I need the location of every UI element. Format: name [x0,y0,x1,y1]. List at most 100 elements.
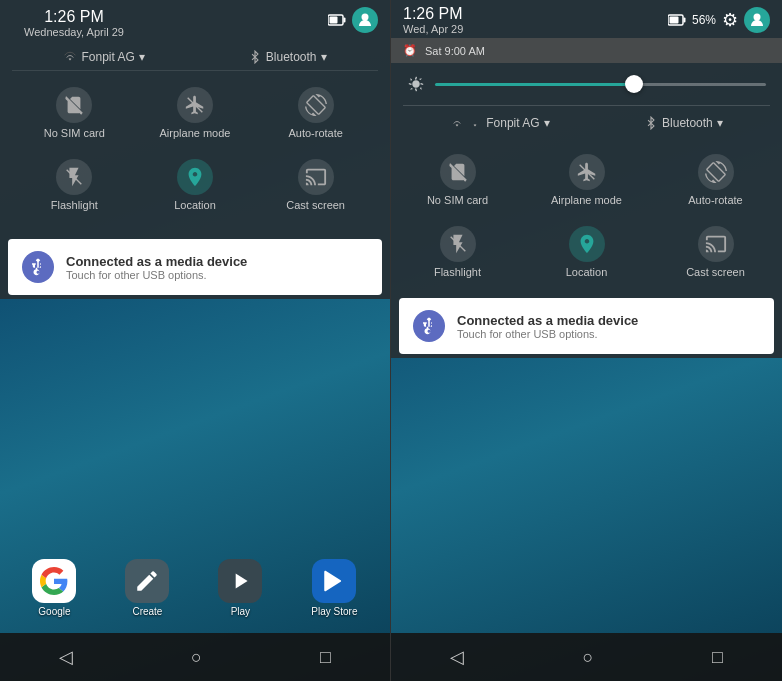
right-status-icons: 56% ⚙ [668,7,770,33]
right-wifi-item[interactable]: Fonpit AG ▾ [450,116,549,130]
left-wifi-item[interactable]: Fonpit AG ▾ [63,50,144,64]
right-separator1 [403,105,770,106]
create-icon [134,568,160,594]
left-home-btn[interactable]: ○ [171,639,222,676]
right-notification-title: Connected as a media device [457,313,638,328]
left-notification-text: Connected as a media device Touch for ot… [66,254,247,281]
right-toggle-grid: No SIM card Airplane mode [391,138,782,294]
play-icon [227,568,253,594]
left-avatar[interactable] [352,7,378,33]
right-settings-icon[interactable]: ⚙ [722,9,738,31]
right-cast-icon [705,233,727,255]
left-toggle-cast[interactable]: Cast screen [257,151,374,219]
left-app-play[interactable]: Play [218,559,262,617]
location-icon [184,166,206,188]
right-location-icon [576,233,598,255]
left-time-block: 1:26 PM Wednesday, April 29 [12,2,136,38]
right-recents-btn[interactable]: □ [692,639,743,676]
battery-icon [328,14,346,26]
left-notification-subtitle: Touch for other USB options. [66,269,247,281]
left-app-create[interactable]: Create [125,559,169,617]
left-notification-shade: 1:26 PM Wednesday, April 29 [0,0,390,299]
right-usb-icon-bg [413,310,445,342]
left-app-play-store-label: Play Store [311,606,357,617]
left-app-play-store[interactable]: Play Store [311,559,357,617]
right-home-btn[interactable]: ○ [563,639,614,676]
left-toggle-location[interactable]: Location [137,151,254,219]
right-user-icon [749,12,765,28]
left-bluetooth-dropdown: ▾ [321,50,327,64]
play-icon-bg [218,559,262,603]
left-app-google[interactable]: Google [32,559,76,617]
right-bluetooth-label: Bluetooth [662,116,713,130]
left-notification-title: Connected as a media device [66,254,247,269]
play-store-icon [321,568,347,594]
left-location-icon-bg [177,159,213,195]
left-bluetooth-item[interactable]: Bluetooth ▾ [248,50,327,64]
left-auto-rotate-label: Auto-rotate [288,127,342,139]
right-notification-card[interactable]: Connected as a media device Touch for ot… [399,298,774,354]
left-wifi-dropdown: ▾ [139,50,145,64]
left-status-icons [328,7,378,33]
left-date: Wednesday, April 29 [24,26,124,38]
right-notification-shade: 1:26 PM Wed, Apr 29 56% ⚙ [391,0,782,358]
left-back-btn[interactable]: ◁ [39,638,93,676]
right-wifi-label: Fonpit AG [486,116,539,130]
right-cast-icon-bg [698,226,734,262]
right-avatar[interactable] [744,7,770,33]
right-toggle-airplane[interactable]: Airplane mode [524,146,649,214]
right-toggle-cast[interactable]: Cast screen [653,218,778,286]
brightness-icon [407,75,425,93]
right-brightness-thumb [625,75,643,93]
right-toggle-no-sim[interactable]: No SIM card [395,146,520,214]
left-flashlight-icon-bg [56,159,92,195]
left-app-create-label: Create [132,606,162,617]
right-wifi-dropdown: ▾ [544,116,550,130]
left-flashlight-label: Flashlight [51,199,98,211]
airplane-icon [184,94,206,116]
user-icon [357,12,373,28]
right-network-row: Fonpit AG ▾ Bluetooth ▾ [403,112,770,134]
right-back-btn[interactable]: ◁ [430,638,484,676]
create-icon-bg [125,559,169,603]
left-notification-card[interactable]: Connected as a media device Touch for ot… [8,239,382,295]
cast-icon [305,166,327,188]
right-location-icon-bg [569,226,605,262]
right-toggle-flashlight[interactable]: Flashlight [395,218,520,286]
right-brightness-slider[interactable] [435,83,766,86]
left-home-screen: Google Create Play [0,545,390,631]
right-brightness-row [391,65,782,103]
left-location-label: Location [174,199,216,211]
left-recents-btn[interactable]: □ [300,639,351,676]
left-toggle-no-sim[interactable]: No SIM card [16,79,133,147]
left-cast-label: Cast screen [286,199,345,211]
right-bluetooth-dropdown: ▾ [717,116,723,130]
no-sim-icon [63,94,85,116]
left-toggle-auto-rotate[interactable]: Auto-rotate [257,79,374,147]
left-toggle-flashlight[interactable]: Flashlight [16,151,133,219]
right-airplane-label: Airplane mode [551,194,622,206]
right-status-bar: 1:26 PM Wed, Apr 29 56% ⚙ [391,0,782,36]
right-toggle-auto-rotate[interactable]: Auto-rotate [653,146,778,214]
right-flashlight-icon-bg [440,226,476,262]
right-alarm-text: Sat 9:00 AM [425,45,485,57]
svg-point-3 [362,14,369,21]
right-bluetooth-icon [644,116,658,130]
left-phone-panel: 1:26 PM Wednesday, April 29 [0,0,391,681]
left-airplane-label: Airplane mode [160,127,231,139]
left-no-sim-label: No SIM card [44,127,105,139]
left-toggle-airplane[interactable]: Airplane mode [137,79,254,147]
right-toggle-location[interactable]: Location [524,218,649,286]
right-cast-label: Cast screen [686,266,745,278]
svg-rect-8 [683,18,685,23]
right-nav-bar: ◁ ○ □ [391,633,782,681]
right-airplane-icon-bg [569,154,605,190]
svg-rect-1 [344,18,346,23]
left-app-play-label: Play [231,606,250,617]
right-auto-rotate-icon-bg [698,154,734,190]
left-app-google-label: Google [38,606,70,617]
svg-rect-2 [330,17,338,24]
right-bluetooth-item[interactable]: Bluetooth ▾ [644,116,723,130]
right-no-sim-icon [447,161,469,183]
svg-point-10 [754,14,761,21]
